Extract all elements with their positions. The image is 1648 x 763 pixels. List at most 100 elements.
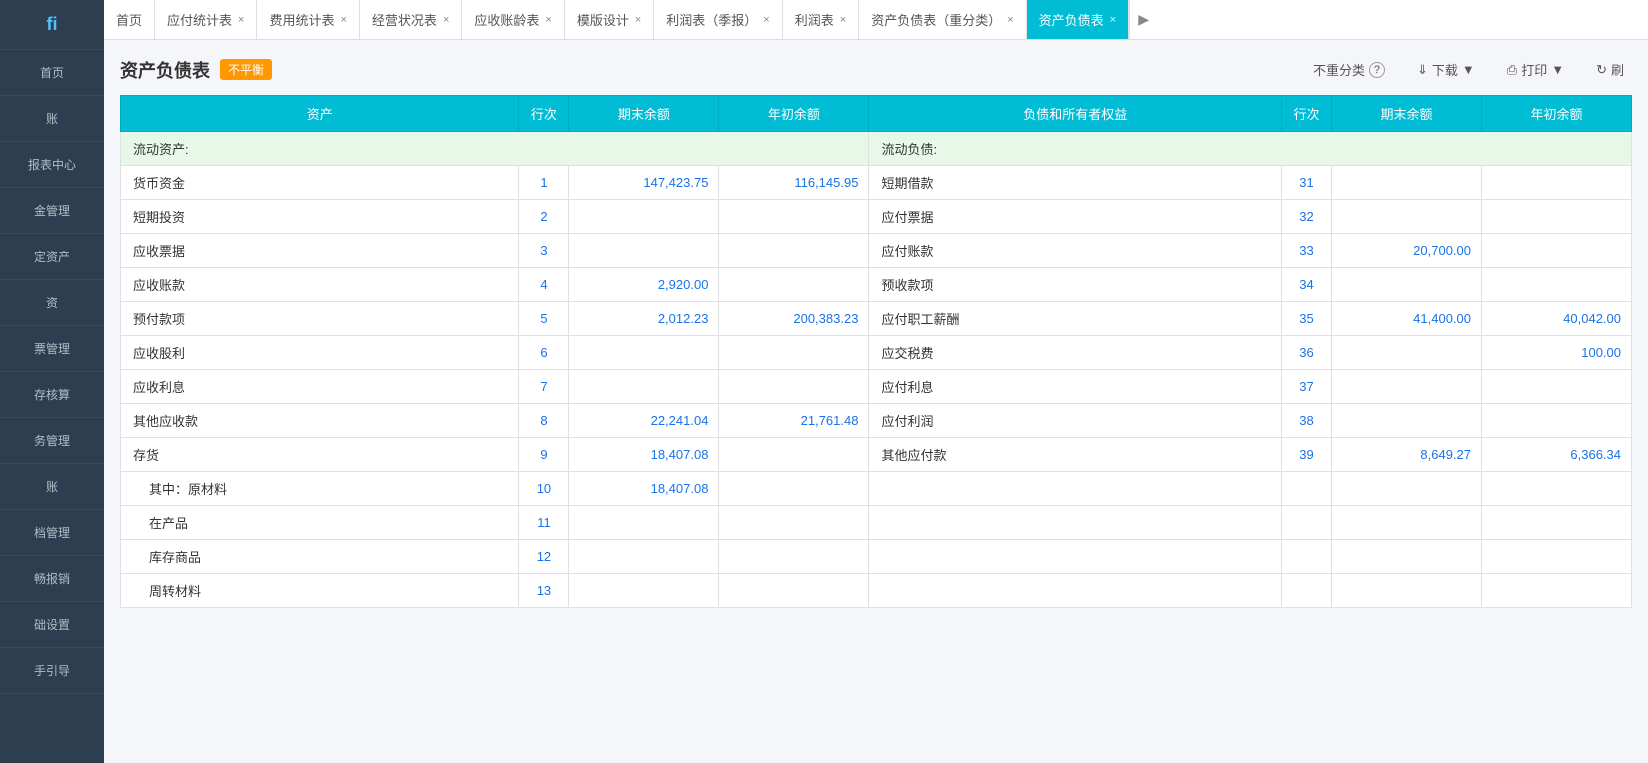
sub-end-balance2[interactable] [1332,574,1482,608]
end-balance2[interactable] [1332,166,1482,200]
tab-balance-reclassified-close[interactable]: × [1007,14,1013,26]
sidebar-item-account[interactable]: 账 [0,96,104,142]
header-row-num2: 行次 [1282,96,1332,132]
sub-row-num: 13 [519,574,569,608]
yr-balance2[interactable]: 40,042.00 [1482,302,1632,336]
tab-receivable-aging-close[interactable]: × [545,14,551,26]
end-balance2[interactable] [1332,404,1482,438]
tab-scroll-right[interactable]: ▶ [1129,0,1157,39]
tab-template-design[interactable]: 模版设计 × [565,0,654,39]
row-num2: 35 [1282,302,1332,336]
row-num: 7 [519,370,569,404]
yr-balance2[interactable] [1482,268,1632,302]
yr-balance[interactable] [719,370,869,404]
sub-yr-balance2[interactable] [1482,540,1632,574]
classify-button[interactable]: 不重分类 ? [1305,56,1393,83]
sidebar-item-guide[interactable]: 手引导 [0,648,104,694]
end-balance[interactable] [569,370,719,404]
yr-balance2[interactable] [1482,200,1632,234]
tab-payable-stats[interactable]: 应付统计表 × [155,0,257,39]
tab-expense-stats[interactable]: 费用统计表 × [257,0,359,39]
tab-profit-quarterly-close[interactable]: × [763,14,769,26]
end-balance[interactable]: 2,920.00 [569,268,719,302]
yr-balance2[interactable]: 6,366.34 [1482,438,1632,472]
yr-balance[interactable] [719,268,869,302]
sidebar-item-investment[interactable]: 资 [0,280,104,326]
sub-liability-name [869,506,1282,540]
yr-balance2[interactable] [1482,166,1632,200]
tab-operations[interactable]: 经营状况表 × [360,0,462,39]
sidebar-item-fund[interactable]: 金管理 [0,188,104,234]
download-button[interactable]: ⇓ 下载 ▼ [1409,56,1483,83]
sidebar-item-invoice[interactable]: 票管理 [0,326,104,372]
sidebar-item-report-center[interactable]: 报表中心 [0,142,104,188]
print-label: 打印 [1521,60,1547,79]
tab-operations-close[interactable]: × [443,14,449,26]
sidebar-item-settings[interactable]: 础设置 [0,602,104,648]
end-balance[interactable]: 2,012.23 [569,302,719,336]
sidebar-item-tax[interactable]: 务管理 [0,418,104,464]
sub-end-balance2[interactable] [1332,506,1482,540]
sub-end-balance2[interactable] [1332,472,1482,506]
sub-yr-balance2[interactable] [1482,506,1632,540]
end-balance2[interactable] [1332,370,1482,404]
yr-balance2[interactable] [1482,370,1632,404]
print-button[interactable]: ⎙ 打印 ▼ [1499,56,1572,83]
tab-home[interactable]: 首页 [104,0,155,39]
end-balance2[interactable]: 41,400.00 [1332,302,1482,336]
tab-template-design-close[interactable]: × [635,14,641,26]
sub-yr-balance2[interactable] [1482,472,1632,506]
sub-end-balance[interactable] [569,540,719,574]
sidebar-item-archive[interactable]: 档管理 [0,510,104,556]
row-num: 8 [519,404,569,438]
sidebar-item-ledger[interactable]: 账 [0,464,104,510]
sidebar-item-home[interactable]: 首页 [0,50,104,96]
end-balance2[interactable] [1332,200,1482,234]
tab-balance-reclassified[interactable]: 资产负债表（重分类） × [859,0,1026,39]
tab-profit-quarterly[interactable]: 利润表（季报） × [654,0,782,39]
row-num2: 32 [1282,200,1332,234]
sub-end-balance2[interactable] [1332,540,1482,574]
end-balance2[interactable] [1332,336,1482,370]
tab-balance-sheet-close[interactable]: × [1110,14,1116,26]
end-balance[interactable] [569,336,719,370]
sub-yr-balance2[interactable] [1482,574,1632,608]
yr-balance[interactable] [719,200,869,234]
yr-balance[interactable]: 200,383.23 [719,302,869,336]
yr-balance[interactable] [719,438,869,472]
end-balance[interactable]: 18,407.08 [569,438,719,472]
sidebar-item-fixed-assets[interactable]: 定资产 [0,234,104,280]
end-balance[interactable] [569,234,719,268]
sidebar-item-expense[interactable]: 畅报销 [0,556,104,602]
sub-yr-balance[interactable] [719,540,869,574]
yr-balance2[interactable]: 100.00 [1482,336,1632,370]
end-balance2[interactable]: 8,649.27 [1332,438,1482,472]
sub-end-balance[interactable]: 18,407.08 [569,472,719,506]
sub-end-balance[interactable] [569,506,719,540]
tab-balance-sheet[interactable]: 资产负债表 × [1027,0,1129,39]
yr-balance[interactable] [719,234,869,268]
tab-profit-close[interactable]: × [840,14,846,26]
help-icon[interactable]: ? [1369,62,1385,78]
tab-payable-stats-close[interactable]: × [238,14,244,26]
sub-yr-balance[interactable] [719,506,869,540]
end-balance[interactable] [569,200,719,234]
yr-balance[interactable]: 116,145.95 [719,166,869,200]
refresh-button[interactable]: ↻ 刷 [1588,56,1632,83]
tab-profit[interactable]: 利润表 × [783,0,859,39]
sub-yr-balance[interactable] [719,574,869,608]
tab-expense-stats-close[interactable]: × [340,14,346,26]
balance-status-badge: 不平衡 [220,59,272,80]
end-balance2[interactable]: 20,700.00 [1332,234,1482,268]
yr-balance2[interactable] [1482,234,1632,268]
sidebar-item-inventory[interactable]: 存核算 [0,372,104,418]
yr-balance2[interactable] [1482,404,1632,438]
yr-balance[interactable]: 21,761.48 [719,404,869,438]
sub-yr-balance[interactable] [719,472,869,506]
sub-end-balance[interactable] [569,574,719,608]
end-balance[interactable]: 147,423.75 [569,166,719,200]
yr-balance[interactable] [719,336,869,370]
end-balance[interactable]: 22,241.04 [569,404,719,438]
end-balance2[interactable] [1332,268,1482,302]
tab-receivable-aging[interactable]: 应收账龄表 × [462,0,564,39]
